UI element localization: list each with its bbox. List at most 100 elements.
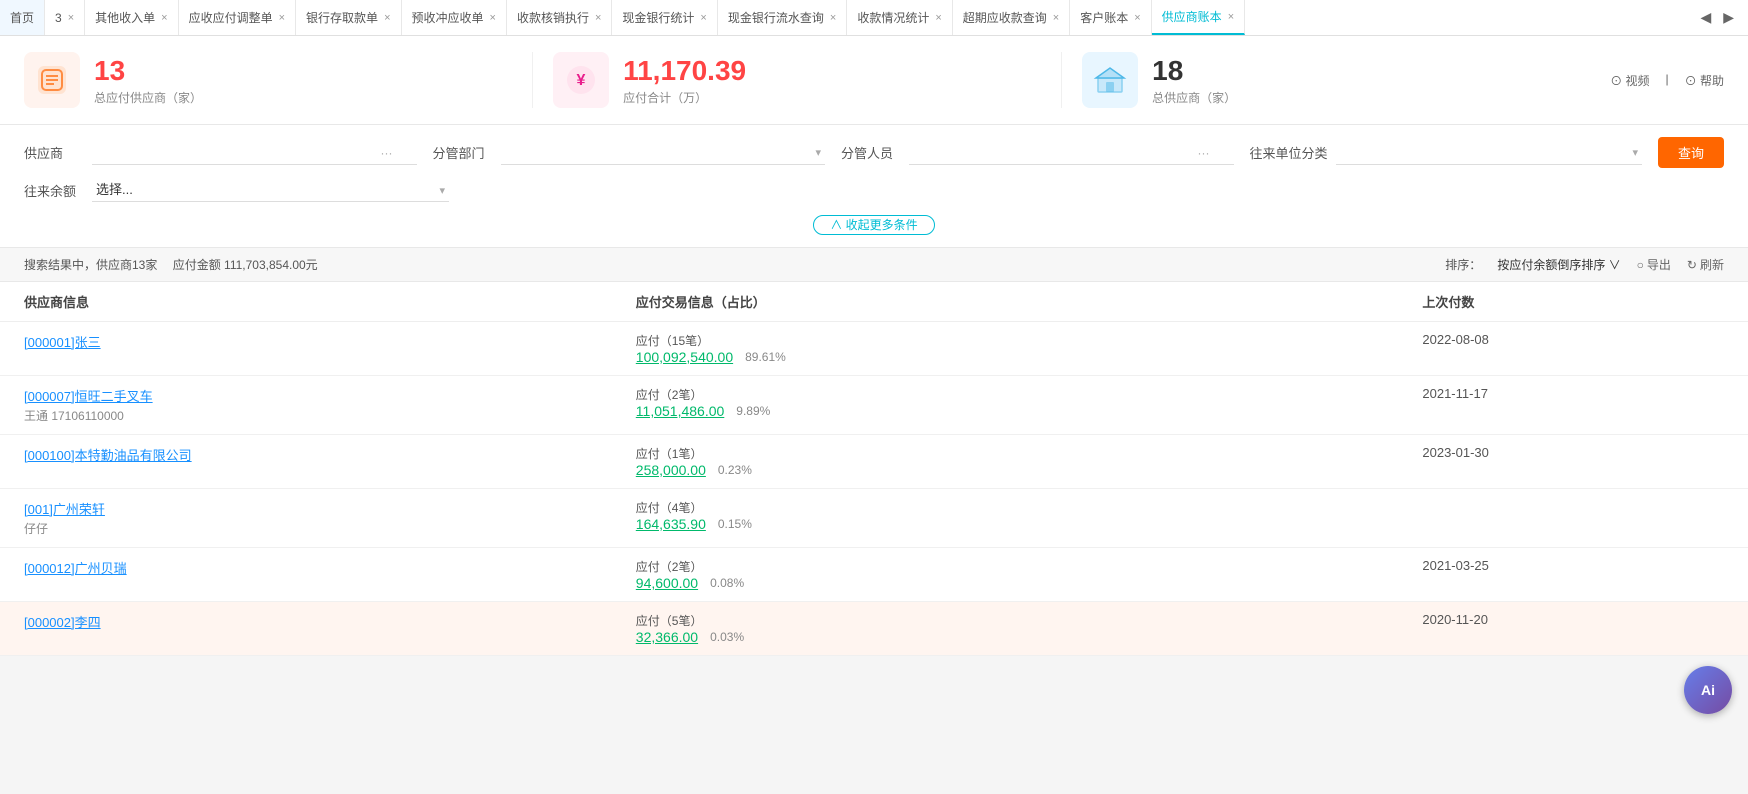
close-icon[interactable]: × bbox=[700, 12, 706, 24]
dept-select-wrap: ▾ bbox=[501, 141, 826, 165]
person-input[interactable] bbox=[909, 141, 1234, 165]
tx-amount[interactable]: 100,092,540.00 bbox=[636, 349, 733, 365]
nav-item-supplier-book[interactable]: 供应商账本 × bbox=[1152, 0, 1245, 35]
export-button[interactable]: ○ 导出 bbox=[1637, 256, 1671, 273]
tx-percent: 9.89% bbox=[736, 404, 770, 418]
supplier-info-cell: [000012]广州贝瑞 bbox=[0, 548, 612, 602]
balance-filter-label: 往来余额 bbox=[24, 181, 84, 200]
balance-select[interactable]: 选择... bbox=[92, 178, 449, 202]
summary-info-ap-amount: 11,170.39 应付合计（万） bbox=[623, 54, 746, 107]
nav-item-overdue[interactable]: 超期应收款查询 × bbox=[953, 0, 1070, 35]
ellipsis-icon-person[interactable]: ··· bbox=[1198, 146, 1210, 160]
video-link[interactable]: ⊙ 视频 bbox=[1610, 72, 1649, 89]
summary-info-total-suppliers: 18 总供应商（家） bbox=[1152, 54, 1236, 107]
sort-label: 排序： bbox=[1445, 256, 1481, 273]
nav-item-payment-exec[interactable]: 收款核销执行 × bbox=[507, 0, 612, 35]
supplier-link[interactable]: [001]广州荣轩 bbox=[24, 502, 105, 517]
ellipsis-icon[interactable]: ··· bbox=[381, 146, 393, 160]
nav-item-other-income[interactable]: 其他收入单 × bbox=[85, 0, 178, 35]
nav-item-prepay[interactable]: 预收冲应收单 × bbox=[402, 0, 507, 35]
supplier-link[interactable]: [000007]恒旺二手叉车 bbox=[24, 389, 153, 404]
nav-item-cash-stat[interactable]: 现金银行统计 × bbox=[612, 0, 717, 35]
tx-percent: 0.23% bbox=[718, 463, 752, 477]
tx-percent: 0.15% bbox=[718, 517, 752, 531]
supplier-link[interactable]: [000001]张三 bbox=[24, 335, 101, 350]
supplier-link[interactable]: [000012]广州贝瑞 bbox=[24, 561, 127, 576]
tx-percent: 0.08% bbox=[710, 576, 744, 590]
close-icon[interactable]: × bbox=[595, 12, 601, 24]
nav-label-other-income: 其他收入单 bbox=[95, 9, 155, 26]
tx-label: 应付（2笔） bbox=[636, 558, 1375, 575]
nav-item-3[interactable]: 3 × bbox=[45, 0, 85, 35]
close-icon[interactable]: × bbox=[830, 12, 836, 24]
nav-arrows: ◀ ▶ bbox=[1686, 7, 1748, 28]
export-label: 导出 bbox=[1647, 256, 1671, 273]
last-payment-cell: 2020-11-20 bbox=[1398, 602, 1748, 656]
nav-item-home[interactable]: 首页 bbox=[0, 0, 45, 35]
result-bar: 搜索结果中，供应商13家 应付金额 111,703,854.00元 排序： 按应… bbox=[0, 248, 1748, 282]
nav-item-bank-deposit[interactable]: 银行存取款单 × bbox=[296, 0, 401, 35]
nav-item-payment-stat[interactable]: 收款情况统计 × bbox=[847, 0, 952, 35]
close-icon[interactable]: × bbox=[279, 12, 285, 24]
close-icon[interactable]: × bbox=[935, 12, 941, 24]
filter-item-person: 分管人员 ··· bbox=[841, 141, 1234, 165]
unit-class-select-wrap: ▾ bbox=[1336, 141, 1642, 165]
nav-label-ar-ap-adjust: 应收应付调整单 bbox=[189, 9, 273, 26]
tx-amount[interactable]: 32,366.00 bbox=[636, 629, 698, 645]
supplier-link[interactable]: [000100]本特勤油品有限公司 bbox=[24, 448, 192, 463]
sort-value[interactable]: 按应付余额倒序排序 ∨ bbox=[1497, 256, 1620, 273]
close-icon[interactable]: × bbox=[68, 12, 74, 24]
result-text-2: 应付金额 111,703,854.00元 bbox=[173, 258, 318, 272]
nav-label-cash-stat: 现金银行统计 bbox=[622, 9, 694, 26]
close-icon[interactable]: × bbox=[161, 12, 167, 24]
nav-item-customer-book[interactable]: 客户账本 × bbox=[1070, 0, 1151, 35]
close-icon[interactable]: × bbox=[490, 12, 496, 24]
refresh-button[interactable]: ↻ 刷新 bbox=[1687, 256, 1724, 273]
summary-top-right: ⊙ 视频 | ⊙ 帮助 bbox=[1610, 72, 1724, 89]
tx-info-cell: 应付（15笔）100,092,540.00 89.61% bbox=[612, 322, 1399, 376]
supplier-input[interactable] bbox=[92, 141, 417, 165]
collapse-label[interactable]: ∧ 收起更多条件 bbox=[813, 215, 934, 235]
tx-amount[interactable]: 11,051,486.00 bbox=[636, 403, 725, 419]
nav-item-cash-flow[interactable]: 现金银行流水查询 × bbox=[718, 0, 847, 35]
svg-text:¥: ¥ bbox=[577, 72, 586, 89]
nav-item-ar-ap-adjust[interactable]: 应收应付调整单 × bbox=[179, 0, 296, 35]
close-icon[interactable]: × bbox=[1228, 11, 1234, 23]
close-icon[interactable]: × bbox=[1053, 12, 1059, 24]
nav-left-arrow[interactable]: ◀ bbox=[1694, 7, 1717, 28]
supplier-info-cell: [001]广州荣轩仔仔 bbox=[0, 489, 612, 548]
tx-label: 应付（1笔） bbox=[636, 445, 1375, 462]
nav-label-bank-deposit: 银行存取款单 bbox=[306, 9, 378, 26]
tx-amount[interactable]: 164,635.90 bbox=[636, 516, 706, 532]
tx-percent: 89.61% bbox=[745, 350, 786, 364]
ap-amount-number: 11,170.39 bbox=[623, 54, 746, 88]
supplier-table: 供应商信息 应付交易信息（占比） 上次付数 [000001]张三应付（15笔）1… bbox=[0, 282, 1748, 656]
tx-amount[interactable]: 258,000.00 bbox=[636, 462, 706, 478]
unit-class-select[interactable] bbox=[1336, 141, 1642, 165]
collapse-bar[interactable]: ∧ 收起更多条件 bbox=[24, 212, 1724, 235]
supplier-link[interactable]: [000002]李四 bbox=[24, 615, 101, 630]
nav-label-home: 首页 bbox=[10, 9, 34, 26]
ap-amount-label: 应付合计（万） bbox=[623, 89, 746, 106]
close-icon[interactable]: × bbox=[384, 12, 390, 24]
person-filter-label: 分管人员 bbox=[841, 143, 901, 162]
last-payment-cell: 2021-03-25 bbox=[1398, 548, 1748, 602]
nav-label-payment-stat: 收款情况统计 bbox=[857, 9, 929, 26]
tx-amount[interactable]: 94,600.00 bbox=[636, 575, 698, 591]
filter-item-unit-class: 往来单位分类 ▾ bbox=[1250, 141, 1643, 165]
close-icon[interactable]: × bbox=[1134, 12, 1140, 24]
filter-item-balance: 往来余额 选择... ▾ bbox=[24, 178, 449, 202]
tx-label: 应付（15笔） bbox=[636, 332, 1375, 349]
summary-info-ap-suppliers: 13 总应付供应商（家） bbox=[94, 54, 202, 107]
help-link[interactable]: ⊙ 帮助 bbox=[1685, 72, 1724, 89]
dept-select[interactable] bbox=[501, 141, 826, 165]
summary-card-ap-amount: ¥ 11,170.39 应付合计（万） bbox=[553, 52, 1062, 108]
total-supplier-count: 18 bbox=[1152, 54, 1236, 88]
nav-right-arrow[interactable]: ▶ bbox=[1717, 7, 1740, 28]
tx-info-cell: 应付（2笔）94,600.00 0.08% bbox=[612, 548, 1399, 602]
ai-button[interactable]: Ai bbox=[1684, 666, 1732, 714]
nav-label-cash-flow: 现金银行流水查询 bbox=[728, 9, 824, 26]
supplier-info-cell: [000007]恒旺二手叉车王通 17106110000 bbox=[0, 376, 612, 435]
last-payment-cell: 2021-11-17 bbox=[1398, 376, 1748, 435]
query-button[interactable]: 查询 bbox=[1658, 137, 1724, 168]
